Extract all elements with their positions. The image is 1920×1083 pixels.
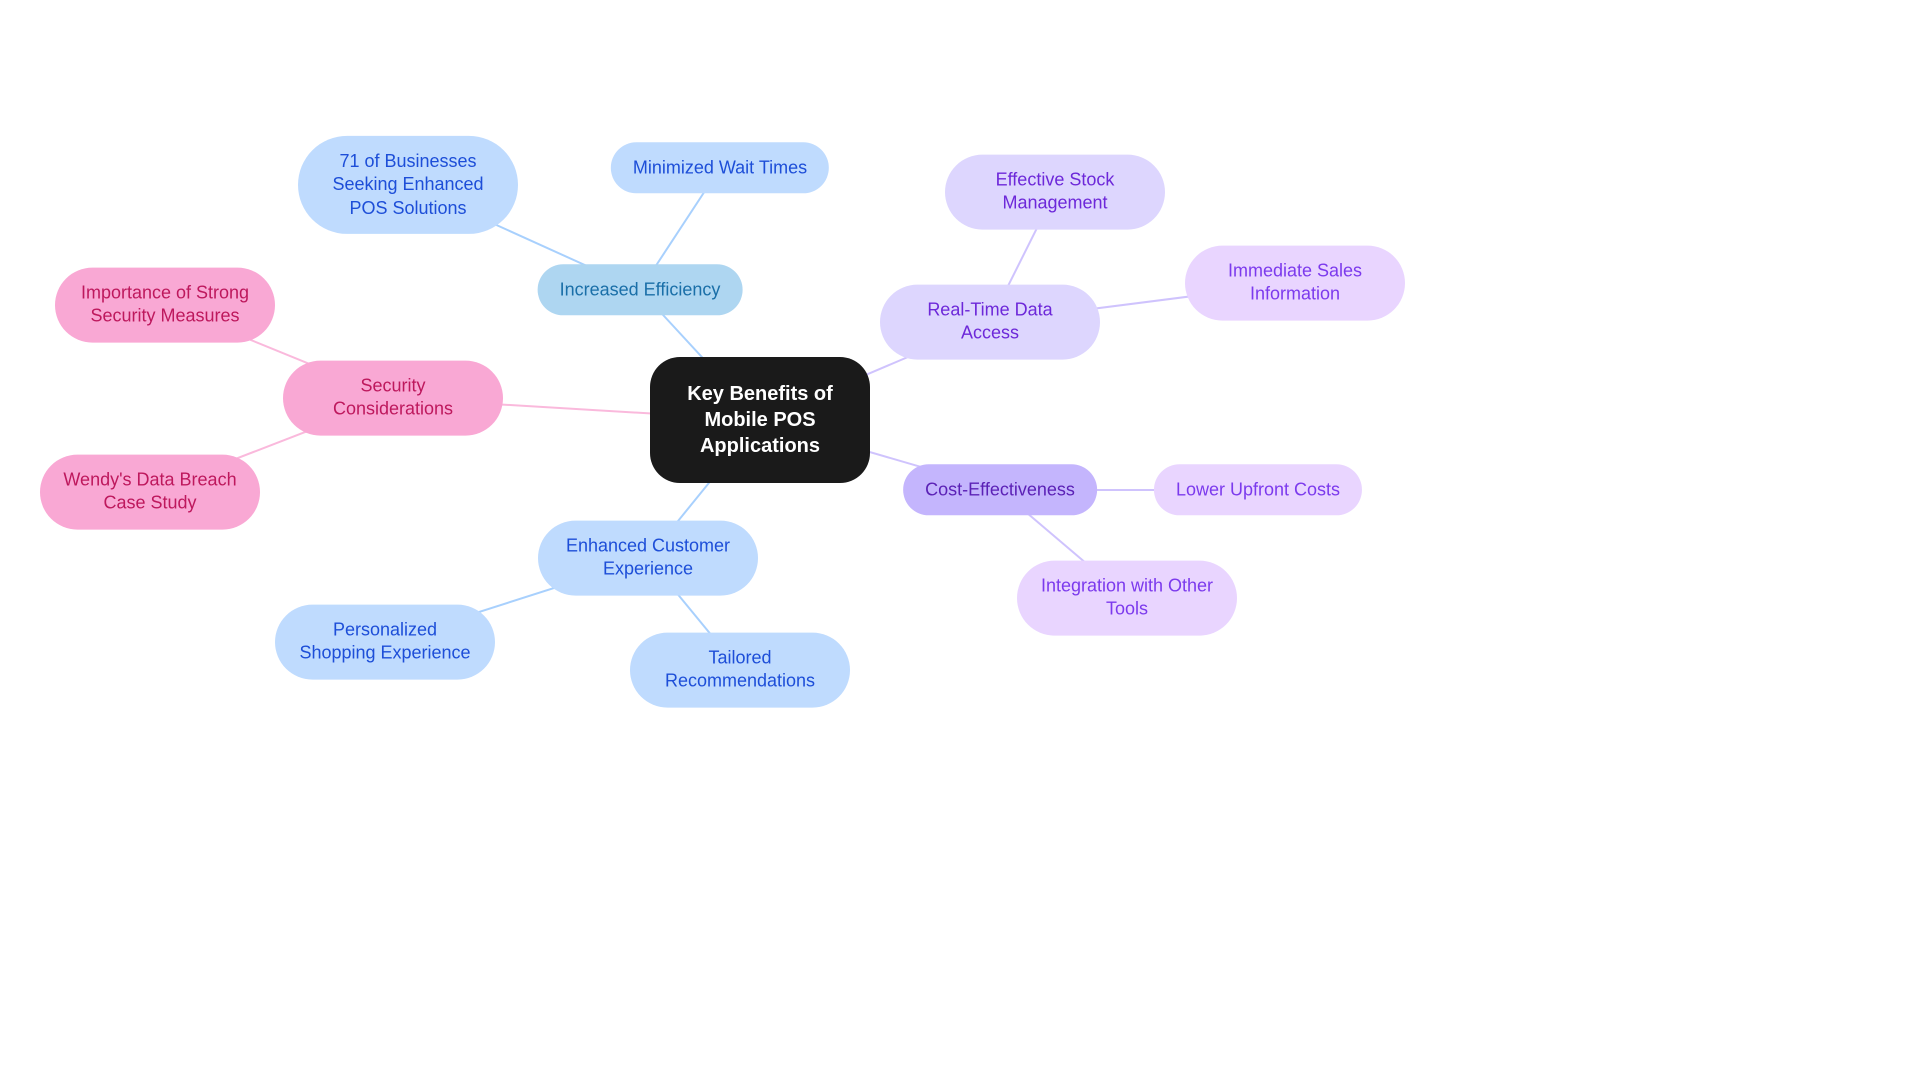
enhanced-customer-node: Enhanced Customer Experience [538, 521, 758, 596]
real-time-data-node: Real-Time Data Access [880, 285, 1100, 360]
71-businesses-node: 71 of Businesses Seeking Enhanced POS So… [298, 136, 518, 234]
minimized-wait-times-node: Minimized Wait Times [611, 142, 829, 193]
immediate-sales-node: Immediate Sales Information [1185, 246, 1405, 321]
personalized-shopping-node: Personalized Shopping Experience [275, 605, 495, 680]
tailored-recommendations-node: Tailored Recommendations [630, 633, 850, 708]
importance-security-node: Importance of Strong Security Measures [55, 268, 275, 343]
lower-upfront-node: Lower Upfront Costs [1154, 464, 1362, 515]
wendys-breach-node: Wendy's Data Breach Case Study [40, 455, 260, 530]
increased-efficiency-node: Increased Efficiency [538, 264, 743, 315]
effective-stock-node: Effective Stock Management [945, 155, 1165, 230]
cost-effectiveness-node: Cost-Effectiveness [903, 464, 1097, 515]
security-considerations-node: Security Considerations [283, 361, 503, 436]
center-node: Key Benefits of Mobile POS Applications [650, 357, 870, 483]
integration-tools-node: Integration with Other Tools [1017, 561, 1237, 636]
mindmap-container: Key Benefits of Mobile POS Applications I… [0, 0, 1920, 1083]
